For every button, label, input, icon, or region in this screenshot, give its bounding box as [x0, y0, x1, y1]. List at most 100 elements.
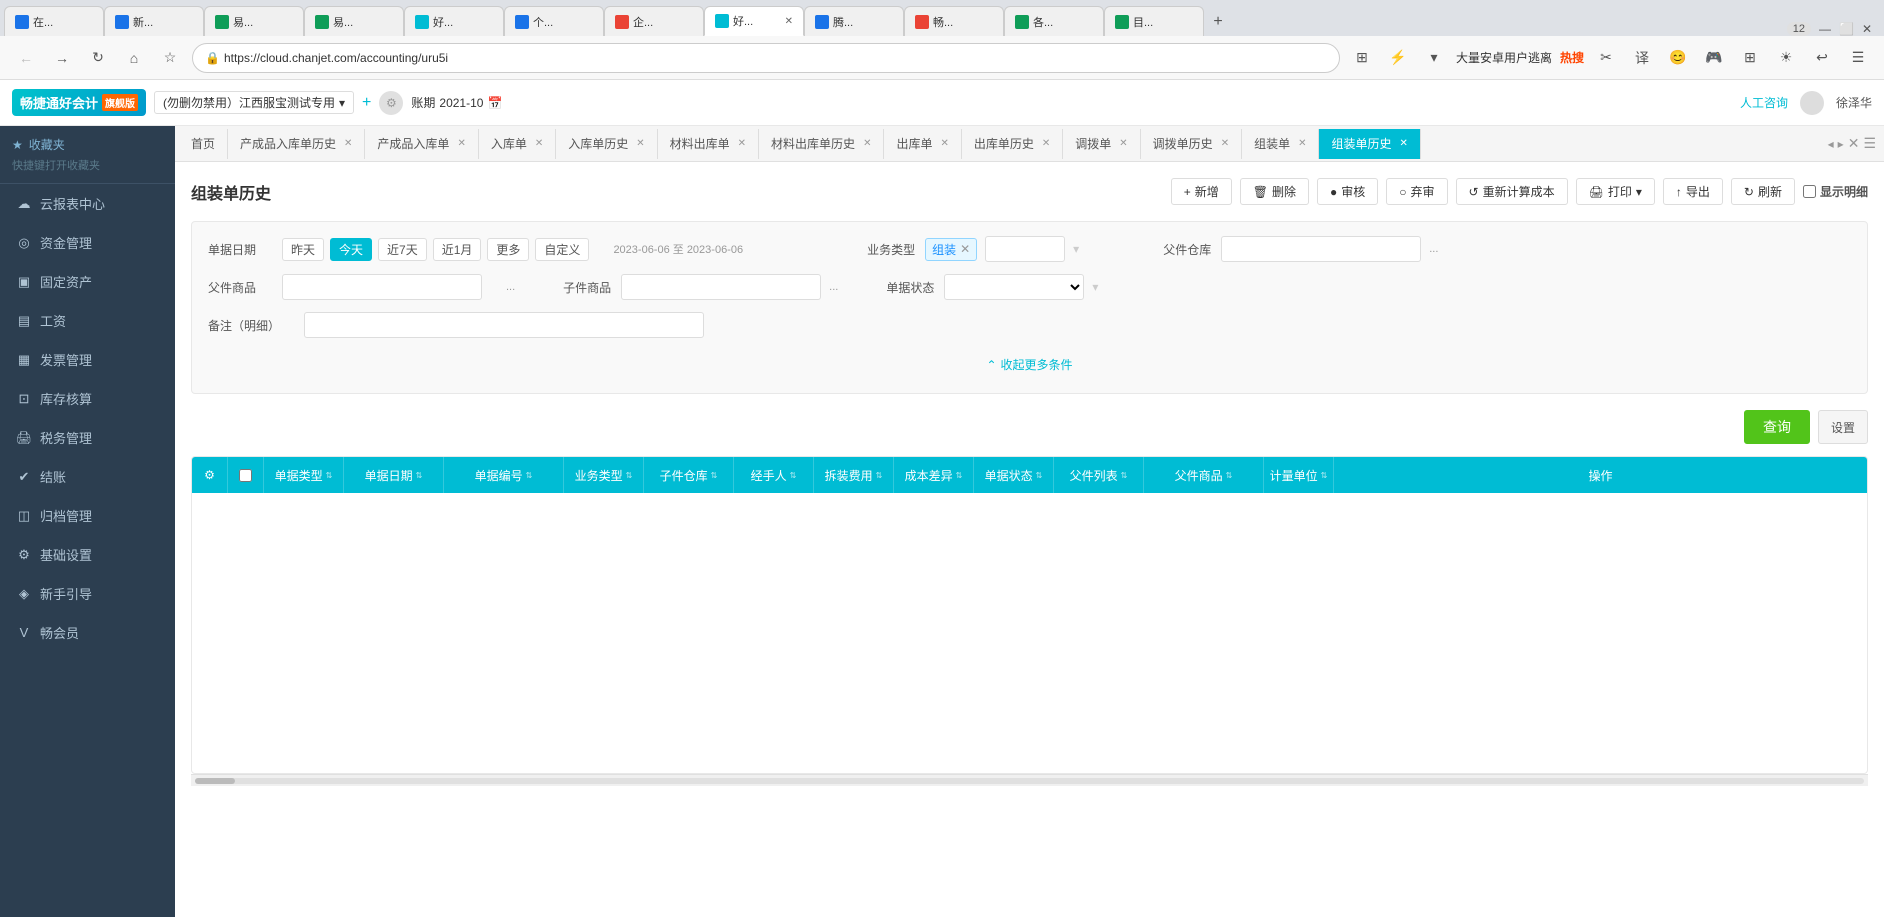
table-col-unit[interactable]: 计量单位 ⇅ [1264, 457, 1334, 493]
sidebar-item-invoice[interactable]: ▦ 发票管理 [0, 340, 175, 379]
close-all-btn[interactable]: ✕ [1848, 135, 1860, 152]
reload-button[interactable]: ↻ [84, 44, 112, 72]
scrollbar-area[interactable] [191, 774, 1868, 786]
tab-3[interactable]: 易... [204, 6, 304, 36]
close-in[interactable]: ✕ [535, 138, 543, 149]
date-btn-7days[interactable]: 近7天 [378, 238, 427, 261]
recalculate-button[interactable]: ↺ 重新计算成本 [1456, 178, 1568, 205]
settings-icon[interactable]: ⚙ [379, 91, 403, 115]
date-btn-1month[interactable]: 近1月 [433, 238, 482, 261]
sidebar-item-inventory[interactable]: ⊡ 库存核算 [0, 379, 175, 418]
table-col-handler[interactable]: 经手人 ⇅ [734, 457, 814, 493]
maximize-btn[interactable]: ⬜ [1839, 22, 1854, 36]
sidebar-item-archive[interactable]: ◫ 归档管理 [0, 496, 175, 535]
home-button[interactable]: ⌂ [120, 44, 148, 72]
parent-warehouse-more-btn[interactable]: ... [1429, 243, 1438, 255]
emoji-button[interactable]: 😊 [1664, 44, 1692, 72]
scroll-right-btn[interactable]: ▸ [1838, 137, 1844, 151]
nav-tab-transfer-history[interactable]: 调拨单历史 ✕ [1141, 129, 1242, 159]
parent-goods-input[interactable] [282, 274, 482, 300]
date-btn-yesterday[interactable]: 昨天 [282, 238, 324, 261]
collapse-btn[interactable]: ⌃ 收起更多条件 [208, 350, 1851, 379]
refresh-button[interactable]: ↻ 刷新 [1731, 178, 1795, 205]
grid-button[interactable]: ⊞ [1736, 44, 1764, 72]
tab-4[interactable]: 易... [304, 6, 404, 36]
forward-button[interactable]: → [48, 44, 76, 72]
bill-status-select[interactable] [944, 274, 1084, 300]
abandon-button[interactable]: ○ 弃审 [1386, 178, 1447, 205]
undo-button[interactable]: ↩ [1808, 44, 1836, 72]
sidebar-item-cloud-report[interactable]: ☁ 云报表中心 [0, 184, 175, 223]
audit-button[interactable]: ● 审核 [1317, 178, 1378, 205]
close-assembly[interactable]: ✕ [1298, 138, 1306, 149]
scroll-left-btn[interactable]: ◂ [1828, 137, 1834, 151]
close-finished-in-history[interactable]: ✕ [344, 138, 352, 149]
sidebar-item-tax[interactable]: 🖨 税务管理 [0, 418, 175, 457]
back-button[interactable]: ← [12, 44, 40, 72]
settings-button[interactable]: ☀ [1772, 44, 1800, 72]
nav-tab-out[interactable]: 出库单 ✕ [884, 129, 961, 159]
select-all-checkbox[interactable] [239, 469, 252, 482]
sidebar-item-basic-settings[interactable]: ⚙ 基础设置 [0, 535, 175, 574]
nav-tab-finished-in-history[interactable]: 产成品入库单历史 ✕ [228, 129, 365, 159]
tab-8[interactable]: 好... ✕ [704, 6, 804, 36]
nav-tab-assembly-history[interactable]: 组装单历史 ✕ [1319, 129, 1420, 159]
menu-button[interactable]: ☰ [1844, 44, 1872, 72]
close-in-history[interactable]: ✕ [636, 138, 644, 149]
biz-type-dropdown[interactable]: ▾ [1073, 242, 1079, 256]
child-goods-input[interactable] [621, 274, 821, 300]
show-detail-checkbox[interactable]: 显示明细 [1803, 183, 1868, 200]
close-finished-in[interactable]: ✕ [457, 138, 465, 149]
parent-goods-more-btn[interactable]: ... [506, 281, 515, 293]
tab-1[interactable]: 在... [4, 6, 104, 36]
remark-input[interactable] [304, 312, 704, 338]
query-button[interactable]: 查询 [1744, 410, 1810, 444]
table-checkbox-col[interactable] [228, 457, 264, 493]
tab-10[interactable]: 畅... [904, 6, 1004, 36]
favorites-header[interactable]: ★ 收藏夹 [12, 136, 163, 153]
nav-tab-home[interactable]: 首页 [179, 129, 228, 159]
remove-biz-type-btn[interactable]: ✕ [960, 242, 970, 256]
close-btn[interactable]: ✕ [1862, 22, 1872, 36]
table-settings-col[interactable]: ⚙ [192, 457, 228, 493]
new-tab-button[interactable]: + [1204, 8, 1232, 36]
sidebar-item-salary[interactable]: ▤ 工资 [0, 301, 175, 340]
nav-tab-finished-in[interactable]: 产成品入库单 ✕ [365, 129, 478, 159]
tab-close-8[interactable]: ✕ [785, 16, 793, 27]
table-col-parent-list[interactable]: 父件列表 ⇅ [1054, 457, 1144, 493]
lightning-button[interactable]: ⚡ [1384, 44, 1412, 72]
tab-7[interactable]: 企... [604, 6, 704, 36]
company-selector[interactable]: (勿删勿禁用）江西服宝测试专用 ▾ [154, 91, 354, 114]
add-button[interactable]: + 新增 [1171, 178, 1232, 205]
tab-6[interactable]: 个... [504, 6, 604, 36]
close-assembly-history[interactable]: ✕ [1400, 138, 1408, 149]
minimize-btn[interactable]: — [1819, 22, 1831, 36]
bookmark-button[interactable]: ☆ [156, 44, 184, 72]
child-goods-more-btn[interactable]: ... [829, 281, 838, 293]
sidebar-item-fixed-assets[interactable]: ▣ 固定资产 [0, 262, 175, 301]
nav-tab-in-history[interactable]: 入库单历史 ✕ [556, 129, 657, 159]
nav-tab-material-out-history[interactable]: 材料出库单历史 ✕ [759, 129, 884, 159]
translate-button[interactable]: 译 [1628, 44, 1656, 72]
nav-tab-assembly[interactable]: 组装单 ✕ [1242, 129, 1319, 159]
close-out-history[interactable]: ✕ [1042, 138, 1050, 149]
table-col-parent-goods[interactable]: 父件商品 ⇅ [1144, 457, 1264, 493]
table-col-biz[interactable]: 业务类型 ⇅ [564, 457, 644, 493]
tab-options-btn[interactable]: ☰ [1863, 135, 1876, 152]
add-company-button[interactable]: + [362, 94, 371, 112]
table-col-diff[interactable]: 成本差异 ⇅ [894, 457, 974, 493]
sidebar-item-fund-mgmt[interactable]: ◎ 资金管理 [0, 223, 175, 262]
table-col-status[interactable]: 单据状态 ⇅ [974, 457, 1054, 493]
apps-button[interactable]: ⊞ [1348, 44, 1376, 72]
parent-warehouse-input[interactable] [1221, 236, 1421, 262]
table-col-date[interactable]: 单据日期 ⇅ [344, 457, 444, 493]
table-col-cost[interactable]: 拆装费用 ⇅ [814, 457, 894, 493]
close-material-out-history[interactable]: ✕ [863, 138, 871, 149]
nav-tab-material-out[interactable]: 材料出库单 ✕ [658, 129, 759, 159]
date-btn-today[interactable]: 今天 [330, 238, 372, 261]
show-detail-input[interactable] [1803, 185, 1816, 198]
biz-type-select[interactable] [985, 236, 1065, 262]
close-out[interactable]: ✕ [940, 138, 948, 149]
date-btn-more[interactable]: 更多 [487, 238, 529, 261]
export-button[interactable]: ↑ 导出 [1663, 178, 1723, 205]
